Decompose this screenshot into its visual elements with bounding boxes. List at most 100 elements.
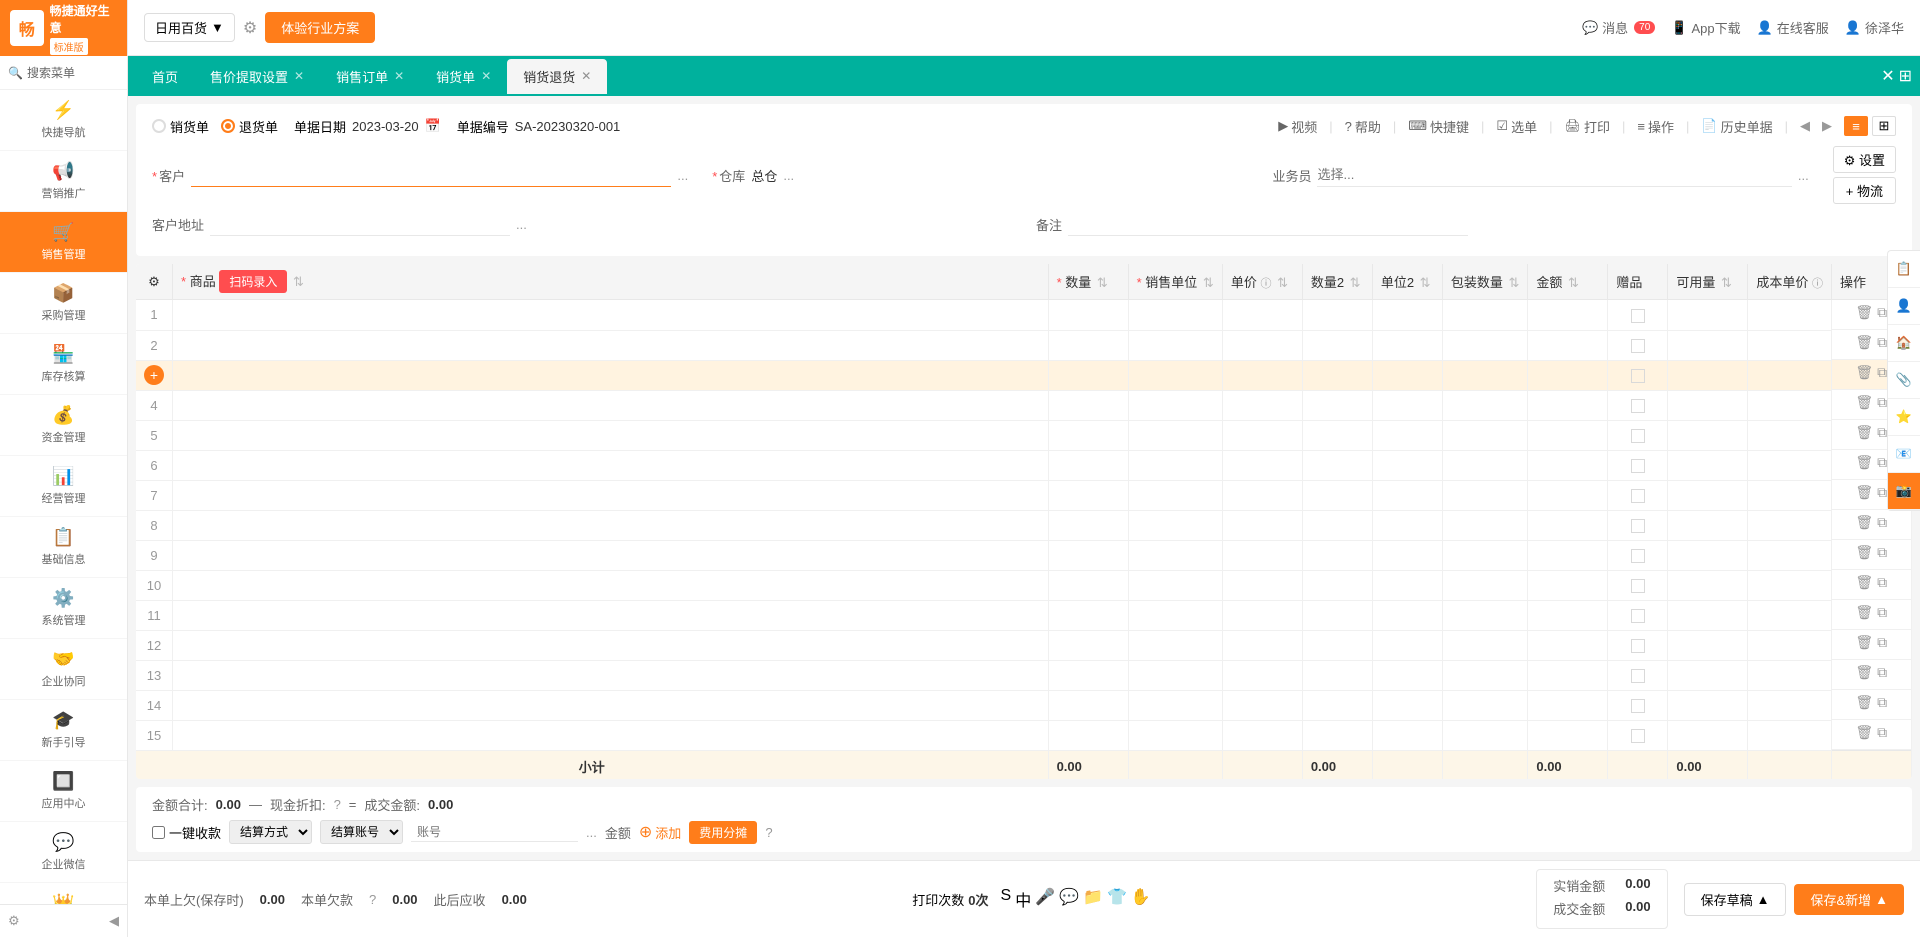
row-copy-btn-9[interactable]: ⧉ — [1877, 544, 1887, 565]
tab-sale-price[interactable]: 售价提取设置 ✕ — [194, 59, 320, 94]
row-gift-1[interactable] — [1608, 300, 1668, 331]
row-qty2-9[interactable] — [1302, 540, 1372, 570]
row-price-11[interactable] — [1222, 600, 1302, 630]
payment-checkbox-label[interactable]: 一键收款 — [152, 823, 221, 842]
row-product-2[interactable] — [173, 330, 1049, 360]
row-copy-btn-12[interactable]: ⧉ — [1877, 634, 1887, 655]
product-input-3[interactable] — [181, 368, 1040, 383]
industry-selector[interactable]: 日用百货 ▼ — [144, 13, 235, 42]
row-product-5[interactable] — [173, 420, 1049, 450]
print-btn[interactable]: 🖨 打印 — [1564, 117, 1610, 136]
row-gift-5[interactable] — [1608, 420, 1668, 450]
row-unit-2[interactable] — [1128, 330, 1222, 360]
qty-sort-icon[interactable]: ⇅ — [1097, 275, 1108, 290]
row-qty-7[interactable] — [1048, 480, 1128, 510]
row-action-13[interactable]: 🗑 ⧉ — [1832, 660, 1912, 690]
row-gift-10[interactable] — [1608, 570, 1668, 600]
sort-icon[interactable]: ⇅ — [293, 274, 304, 289]
gift-checkbox-6[interactable] — [1631, 459, 1645, 473]
payment-checkbox[interactable] — [152, 826, 165, 839]
shortcuts-btn[interactable]: ⌨ 快捷键 — [1408, 117, 1469, 136]
gift-checkbox-5[interactable] — [1631, 429, 1645, 443]
salesperson-input[interactable] — [1317, 163, 1791, 187]
row-gift-8[interactable] — [1608, 510, 1668, 540]
gift-checkbox-11[interactable] — [1631, 609, 1645, 623]
toolbar-icon-1[interactable]: S — [1001, 887, 1012, 911]
row-qty-6[interactable] — [1048, 450, 1128, 480]
right-icon-1[interactable]: 📋 — [1888, 251, 1920, 288]
row-pack-12[interactable] — [1442, 630, 1528, 660]
row-pack-3[interactable] — [1442, 360, 1528, 390]
right-icon-3[interactable]: 🏠 — [1888, 325, 1920, 362]
save-draft-btn[interactable]: 保存草稿 ▲ — [1684, 883, 1787, 916]
row-amount-13[interactable] — [1528, 660, 1608, 690]
row-unit-6[interactable] — [1128, 450, 1222, 480]
row-gift-9[interactable] — [1608, 540, 1668, 570]
address-input[interactable] — [210, 212, 510, 236]
row-qty-2[interactable] — [1048, 330, 1128, 360]
fee-help-icon[interactable]: ? — [765, 825, 772, 840]
unit-sort-icon[interactable]: ⇅ — [1203, 275, 1214, 290]
row-pack-10[interactable] — [1442, 570, 1528, 600]
app-download-btn[interactable]: 📱 App下载 — [1671, 18, 1740, 37]
row-qty2-3[interactable] — [1302, 360, 1372, 390]
row-unit-3[interactable] — [1128, 360, 1222, 390]
settings-gear-icon[interactable]: ⚙ — [8, 913, 20, 929]
row-qty2-7[interactable] — [1302, 480, 1372, 510]
row-action-14[interactable]: 🗑 ⧉ — [1832, 690, 1912, 720]
row-gift-7[interactable] — [1608, 480, 1668, 510]
select-btn[interactable]: ☑ 选单 — [1496, 117, 1537, 136]
col-settings[interactable]: ⚙ — [136, 264, 173, 300]
logistics-btn[interactable]: + 物流 — [1833, 177, 1896, 204]
row-qty-15[interactable] — [1048, 720, 1128, 751]
gift-checkbox-9[interactable] — [1631, 549, 1645, 563]
remark-input[interactable] — [1068, 212, 1468, 236]
row-add-btn[interactable]: + — [144, 365, 164, 385]
row-gift-11[interactable] — [1608, 600, 1668, 630]
gift-checkbox-1[interactable] — [1631, 309, 1645, 323]
row-copy-btn-2[interactable]: ⧉ — [1877, 334, 1887, 355]
row-delete-btn-8[interactable]: 🗑 — [1855, 514, 1873, 535]
trial-btn[interactable]: 体验行业方案 — [265, 12, 375, 43]
row-cost-6[interactable] — [1748, 450, 1832, 480]
sidebar-item-inventory[interactable]: 🏪 库存核算 — [0, 334, 127, 395]
row-cost-1[interactable] — [1748, 300, 1832, 331]
row-delete-btn-4[interactable]: 🗑 — [1855, 394, 1873, 415]
table-scroll-area[interactable]: ⚙ * 商品 扫码录入 ⇅ * 数量 ⇅ — [136, 264, 1912, 779]
row-cost-12[interactable] — [1748, 630, 1832, 660]
row-copy-btn-11[interactable]: ⧉ — [1877, 604, 1887, 625]
row-unit2-4[interactable] — [1372, 390, 1442, 420]
history-btn[interactable]: 📄 历史单据 — [1701, 117, 1772, 136]
row-pack-15[interactable] — [1442, 720, 1528, 751]
row-copy-btn-14[interactable]: ⧉ — [1877, 694, 1887, 715]
row-pack-13[interactable] — [1442, 660, 1528, 690]
row-qty-11[interactable] — [1048, 600, 1128, 630]
row-qty2-4[interactable] — [1302, 390, 1372, 420]
toolbar-icon-6[interactable]: 👕 — [1107, 887, 1127, 911]
row-cost-3[interactable] — [1748, 360, 1832, 390]
row-unit-5[interactable] — [1128, 420, 1222, 450]
message-btn[interactable]: 💬 消息 70 — [1582, 18, 1655, 37]
gift-checkbox-8[interactable] — [1631, 519, 1645, 533]
unit2-sort-icon[interactable]: ⇅ — [1420, 275, 1431, 290]
row-cost-10[interactable] — [1748, 570, 1832, 600]
row-pack-14[interactable] — [1442, 690, 1528, 720]
online-service-btn[interactable]: 👤 在线客服 — [1757, 18, 1829, 37]
avail-sort-icon[interactable]: ⇅ — [1721, 275, 1732, 290]
row-gift-4[interactable] — [1608, 390, 1668, 420]
row-cost-9[interactable] — [1748, 540, 1832, 570]
account-select[interactable]: 结算账号 — [320, 820, 403, 844]
row-amount-6[interactable] — [1528, 450, 1608, 480]
sidebar-item-marketing[interactable]: 📢 营销推广 — [0, 151, 127, 212]
sidebar-item-quick-nav[interactable]: ⚡ 快捷导航 — [0, 90, 127, 151]
row-cost-4[interactable] — [1748, 390, 1832, 420]
row-qty2-15[interactable] — [1302, 720, 1372, 751]
tab-sale-return[interactable]: 销货退货 ✕ — [507, 59, 607, 94]
sidebar-item-apps[interactable]: 🔲 应用中心 — [0, 761, 127, 822]
row-pack-8[interactable] — [1442, 510, 1528, 540]
next-doc-icon[interactable]: ▶ — [1822, 118, 1832, 134]
row-delete-btn-14[interactable]: 🗑 — [1855, 694, 1873, 715]
tab-home[interactable]: 首页 — [136, 59, 194, 94]
row-price-12[interactable] — [1222, 630, 1302, 660]
row-copy-btn-4[interactable]: ⧉ — [1877, 394, 1887, 415]
